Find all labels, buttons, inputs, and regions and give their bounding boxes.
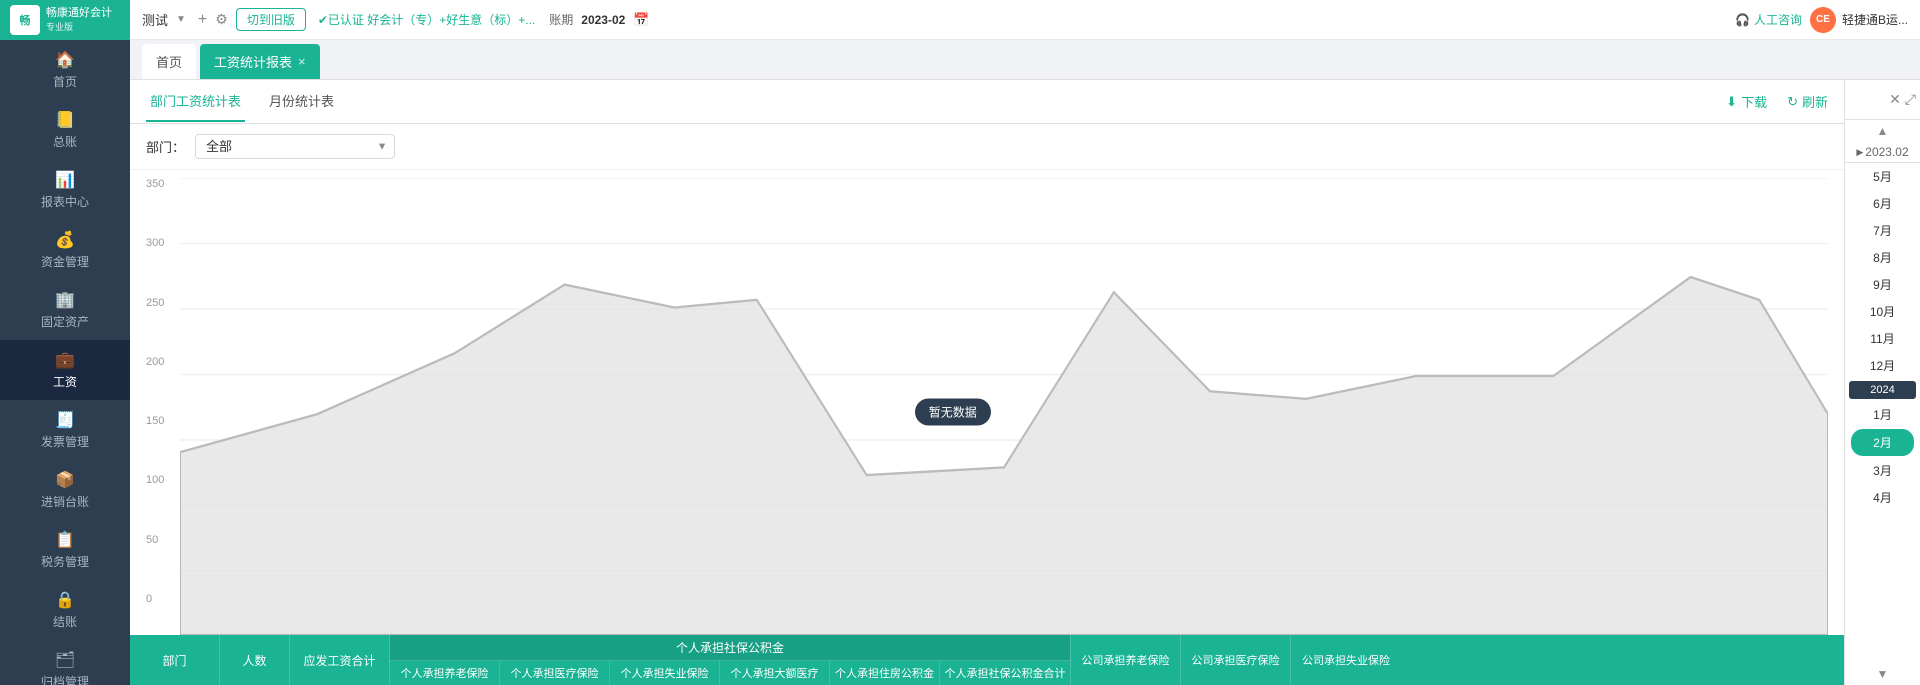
sidebar-item-closing[interactable]: 🔒 结账 (0, 580, 130, 640)
funds-icon: 💰 (55, 230, 75, 250)
y-label-150: 150 (146, 415, 164, 427)
chevron-down-icon[interactable]: ▼ (176, 14, 186, 25)
col-personal-housing-fund: 个人承担住房公积金 (830, 661, 940, 685)
year-label-2023[interactable]: ▶ 2023.02 (1845, 142, 1920, 163)
year-nav-down[interactable]: ▼ (1845, 663, 1920, 685)
refresh-btn[interactable]: ↻ 刷新 (1787, 92, 1828, 111)
download-icon: ⬇ (1726, 94, 1737, 110)
month-item-4[interactable]: 4月 (1845, 484, 1920, 511)
sidebar: 🏠 首页 📒 总账 📊 报表中心 💰 资金管理 🏢 固定资产 💼 工资 🧾 发票… (0, 40, 130, 685)
sub-tab-month[interactable]: 月份统计表 (265, 81, 338, 122)
area-chart (180, 178, 1828, 635)
month-item-11[interactable]: 11月 (1845, 325, 1920, 352)
period-label: 账期 (549, 11, 573, 28)
y-label-50: 50 (146, 534, 164, 546)
tab-home[interactable]: 首页 (142, 44, 196, 79)
panel-expand-btn[interactable]: ⤢ (1905, 91, 1916, 108)
user-badge[interactable]: CE 轻捷通B运... (1810, 7, 1908, 33)
tab-close-btn[interactable]: × (298, 54, 306, 69)
archive-icon: 🗂 (55, 650, 75, 670)
logo-icon: 畅 (10, 5, 40, 35)
month-item-3[interactable]: 3月 (1845, 457, 1920, 484)
logo-text: 畅康通好会计 专业版 (46, 6, 112, 34)
col-personal-major-medical: 个人承担大额医疗 (720, 661, 830, 685)
settings-icon[interactable]: ⚙ (215, 11, 228, 28)
chevron-icon: ▶ (1856, 147, 1863, 158)
y-label-300: 300 (146, 237, 164, 249)
ledger-icon: 📒 (55, 110, 75, 130)
assets-icon: 🏢 (55, 290, 75, 310)
service-btn[interactable]: 🎧 人工咨询 (1735, 11, 1802, 28)
sidebar-item-salary[interactable]: 💼 工资 (0, 340, 130, 400)
col-company-pension: 公司承担养老保险 (1071, 635, 1181, 685)
panel-close-btn[interactable]: ✕ (1889, 91, 1901, 108)
closing-icon: 🔒 (55, 590, 75, 610)
month-item-7[interactable]: 7月 (1845, 217, 1920, 244)
col-total-salary: 应发工资合计 (290, 635, 390, 685)
user-name: 轻捷通B运... (1842, 11, 1908, 28)
month-item-10[interactable]: 10月 (1845, 298, 1920, 325)
sidebar-item-home[interactable]: 🏠 首页 (0, 40, 130, 100)
col-personal-pension: 个人承担养老保险 (390, 661, 500, 685)
sidebar-item-general-ledger[interactable]: 📒 总账 (0, 100, 130, 160)
sidebar-item-assets[interactable]: 🏢 固定资产 (0, 280, 130, 340)
header-tags: ✔已认证 好会计（专）+好生意（标）+... (318, 11, 535, 28)
month-item-6[interactable]: 6月 (1845, 190, 1920, 217)
invoice-icon: 🧾 (55, 410, 75, 430)
col-company-medical: 公司承担医疗保险 (1181, 635, 1291, 685)
tab-salary-report[interactable]: 工资统计报表 × (200, 44, 320, 79)
col-personal-unemployment: 个人承担失业保险 (610, 661, 720, 685)
sidebar-item-tax[interactable]: 📋 税务管理 (0, 520, 130, 580)
y-label-100: 100 (146, 474, 164, 486)
month-item-8[interactable]: 8月 (1845, 244, 1920, 271)
month-item-12[interactable]: 12月 (1845, 352, 1920, 379)
period-value: 2023-02 (581, 13, 625, 27)
col-company-unemployment: 公司承担失业保险 (1291, 635, 1401, 685)
sub-tab-dept[interactable]: 部门工资统计表 (146, 81, 245, 122)
purchase-sales-icon: 📦 (55, 470, 75, 490)
y-label-200: 200 (146, 356, 164, 368)
month-item-5[interactable]: 5月 (1845, 163, 1920, 190)
filter-label: 部门： (146, 137, 185, 156)
sub-tab-bar: 部门工资统计表 月份统计表 ⬇ 下载 ↻ 刷新 (130, 80, 1844, 124)
chart-tooltip: 暂无数据 (915, 398, 991, 425)
y-label-350: 350 (146, 178, 164, 190)
sidebar-item-reports[interactable]: 📊 报表中心 (0, 160, 130, 220)
month-item-9[interactable]: 9月 (1845, 271, 1920, 298)
sidebar-item-funds[interactable]: 💰 资金管理 (0, 220, 130, 280)
tax-icon: 📋 (55, 530, 75, 550)
tab-bar: 首页 工资统计报表 × (130, 40, 1920, 80)
refresh-icon: ↻ (1787, 94, 1798, 110)
month-item-2-active[interactable]: 2月 (1851, 429, 1914, 456)
month-item-1[interactable]: 1月 (1845, 401, 1920, 428)
filter-row: 部门： 全部 销售部 财务部 技术部 ▼ (130, 124, 1844, 170)
avatar: CE (1810, 7, 1836, 33)
download-btn[interactable]: ⬇ 下载 (1726, 92, 1767, 111)
col-headcount: 人数 (220, 635, 290, 685)
project-name: 测试 (142, 10, 168, 29)
group-personal-insurance: 个人承担社保公积金 个人承担养老保险 个人承担医疗保险 个人承担失业保险 个人承… (390, 635, 1071, 685)
col-personal-total: 个人承担社保公积金合计 (940, 661, 1070, 685)
col-personal-medical: 个人承担医疗保险 (500, 661, 610, 685)
sidebar-item-purchase-sales[interactable]: 📦 进销台账 (0, 460, 130, 520)
col-dept: 部门 (130, 635, 220, 685)
y-label-250: 250 (146, 297, 164, 309)
table-header: 部门 人数 应发工资合计 个人承担社保公积金 个人承担养老保险 个人承担医疗保险… (130, 635, 1844, 685)
dept-filter-select[interactable]: 全部 销售部 财务部 技术部 (195, 134, 395, 159)
chart-area: 350 300 250 200 150 100 50 0 (130, 170, 1844, 635)
right-panel: ✕ ⤢ ▲ ▶ 2023.02 5月 6月 7月 8月 9月 10月 11月 1… (1844, 80, 1920, 685)
switch-btn[interactable]: 切到旧版 (236, 8, 306, 31)
headset-icon: 🎧 (1735, 13, 1750, 27)
y-label-0: 0 (146, 593, 164, 605)
year-nav-up[interactable]: ▲ (1845, 120, 1920, 142)
salary-icon: 💼 (55, 350, 75, 370)
logo-area: 畅 畅康通好会计 专业版 (0, 0, 130, 40)
year-label-2024[interactable]: 2024 (1849, 381, 1916, 399)
calendar-icon[interactable]: 📅 (633, 12, 649, 28)
sidebar-item-invoice[interactable]: 🧾 发票管理 (0, 400, 130, 460)
home-icon: 🏠 (55, 50, 75, 70)
add-button[interactable]: + (198, 11, 207, 29)
sidebar-item-archive[interactable]: 🗂 归档管理 (0, 640, 130, 685)
reports-icon: 📊 (55, 170, 75, 190)
